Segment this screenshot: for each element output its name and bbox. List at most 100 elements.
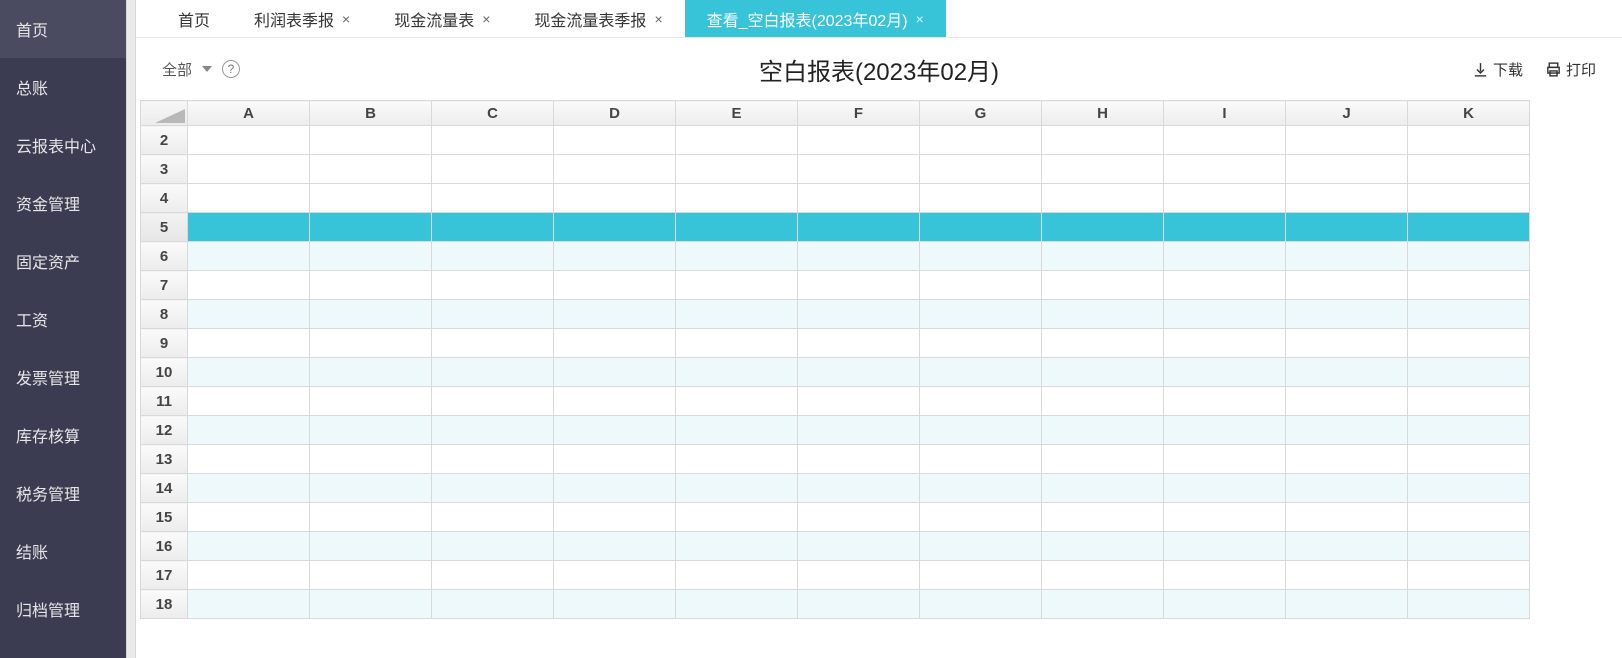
cell-I7[interactable] [1164, 271, 1286, 300]
cell-D4[interactable] [554, 184, 676, 213]
cell-C12[interactable] [432, 416, 554, 445]
cell-D9[interactable] [554, 329, 676, 358]
row-header-12[interactable]: 12 [141, 416, 188, 445]
cell-D15[interactable] [554, 503, 676, 532]
cell-G15[interactable] [920, 503, 1042, 532]
cell-B4[interactable] [310, 184, 432, 213]
cell-C7[interactable] [432, 271, 554, 300]
cell-E11[interactable] [676, 387, 798, 416]
cell-G3[interactable] [920, 155, 1042, 184]
tab-1[interactable]: 利润表季报× [232, 0, 372, 37]
sidebar-item-6[interactable]: 发票管理 [0, 348, 126, 406]
row-header-14[interactable]: 14 [141, 474, 188, 503]
cell-G5[interactable] [920, 213, 1042, 242]
cell-B3[interactable] [310, 155, 432, 184]
cell-J13[interactable] [1286, 445, 1408, 474]
cell-H7[interactable] [1042, 271, 1164, 300]
cell-B5[interactable] [310, 213, 432, 242]
cell-A14[interactable] [188, 474, 310, 503]
cell-J2[interactable] [1286, 126, 1408, 155]
cell-D10[interactable] [554, 358, 676, 387]
close-icon[interactable]: × [654, 11, 662, 27]
row-header-15[interactable]: 15 [141, 503, 188, 532]
cell-E6[interactable] [676, 242, 798, 271]
cell-A4[interactable] [188, 184, 310, 213]
cell-F3[interactable] [798, 155, 920, 184]
row-header-10[interactable]: 10 [141, 358, 188, 387]
cell-A7[interactable] [188, 271, 310, 300]
cell-D7[interactable] [554, 271, 676, 300]
cell-F6[interactable] [798, 242, 920, 271]
cell-I18[interactable] [1164, 590, 1286, 619]
cell-G13[interactable] [920, 445, 1042, 474]
cell-A6[interactable] [188, 242, 310, 271]
cell-F17[interactable] [798, 561, 920, 590]
cell-I11[interactable] [1164, 387, 1286, 416]
column-header-E[interactable]: E [676, 101, 798, 126]
cell-K3[interactable] [1408, 155, 1530, 184]
cell-I3[interactable] [1164, 155, 1286, 184]
cell-A9[interactable] [188, 329, 310, 358]
sidebar-item-9[interactable]: 结账 [0, 522, 126, 580]
cell-A3[interactable] [188, 155, 310, 184]
cell-A12[interactable] [188, 416, 310, 445]
row-header-13[interactable]: 13 [141, 445, 188, 474]
cell-F13[interactable] [798, 445, 920, 474]
cell-G6[interactable] [920, 242, 1042, 271]
cell-K15[interactable] [1408, 503, 1530, 532]
cell-I13[interactable] [1164, 445, 1286, 474]
cell-F11[interactable] [798, 387, 920, 416]
tab-2[interactable]: 现金流量表× [372, 0, 512, 37]
cell-H10[interactable] [1042, 358, 1164, 387]
cell-I12[interactable] [1164, 416, 1286, 445]
help-icon[interactable]: ? [222, 60, 240, 78]
sidebar-item-0[interactable]: 首页 [0, 0, 126, 58]
cell-E12[interactable] [676, 416, 798, 445]
cell-B7[interactable] [310, 271, 432, 300]
close-icon[interactable]: × [916, 11, 924, 27]
column-header-K[interactable]: K [1408, 101, 1530, 126]
cell-A17[interactable] [188, 561, 310, 590]
cell-K13[interactable] [1408, 445, 1530, 474]
cell-H2[interactable] [1042, 126, 1164, 155]
print-button[interactable]: 打印 [1545, 59, 1596, 80]
cell-C4[interactable] [432, 184, 554, 213]
sidebar-scrollbar[interactable] [126, 0, 136, 658]
cell-B2[interactable] [310, 126, 432, 155]
cell-J10[interactable] [1286, 358, 1408, 387]
cell-G4[interactable] [920, 184, 1042, 213]
cell-B12[interactable] [310, 416, 432, 445]
cell-F4[interactable] [798, 184, 920, 213]
row-header-2[interactable]: 2 [141, 126, 188, 155]
close-icon[interactable]: × [482, 11, 490, 27]
cell-E9[interactable] [676, 329, 798, 358]
row-header-11[interactable]: 11 [141, 387, 188, 416]
cell-E10[interactable] [676, 358, 798, 387]
cell-E3[interactable] [676, 155, 798, 184]
sidebar-item-10[interactable]: 归档管理 [0, 580, 126, 638]
cell-G12[interactable] [920, 416, 1042, 445]
row-header-3[interactable]: 3 [141, 155, 188, 184]
tab-4[interactable]: 查看_空白报表(2023年02月)× [685, 0, 946, 37]
cell-G8[interactable] [920, 300, 1042, 329]
cell-G16[interactable] [920, 532, 1042, 561]
cell-G14[interactable] [920, 474, 1042, 503]
cell-H8[interactable] [1042, 300, 1164, 329]
row-header-4[interactable]: 4 [141, 184, 188, 213]
cell-D3[interactable] [554, 155, 676, 184]
cell-D13[interactable] [554, 445, 676, 474]
row-header-9[interactable]: 9 [141, 329, 188, 358]
cell-I9[interactable] [1164, 329, 1286, 358]
cell-E13[interactable] [676, 445, 798, 474]
cell-I14[interactable] [1164, 474, 1286, 503]
cell-H15[interactable] [1042, 503, 1164, 532]
download-button[interactable]: 下载 [1472, 59, 1523, 80]
cell-J4[interactable] [1286, 184, 1408, 213]
cell-A13[interactable] [188, 445, 310, 474]
sidebar-item-7[interactable]: 库存核算 [0, 406, 126, 464]
row-header-16[interactable]: 16 [141, 532, 188, 561]
cell-E5[interactable] [676, 213, 798, 242]
cell-K9[interactable] [1408, 329, 1530, 358]
cell-F15[interactable] [798, 503, 920, 532]
column-header-B[interactable]: B [310, 101, 432, 126]
